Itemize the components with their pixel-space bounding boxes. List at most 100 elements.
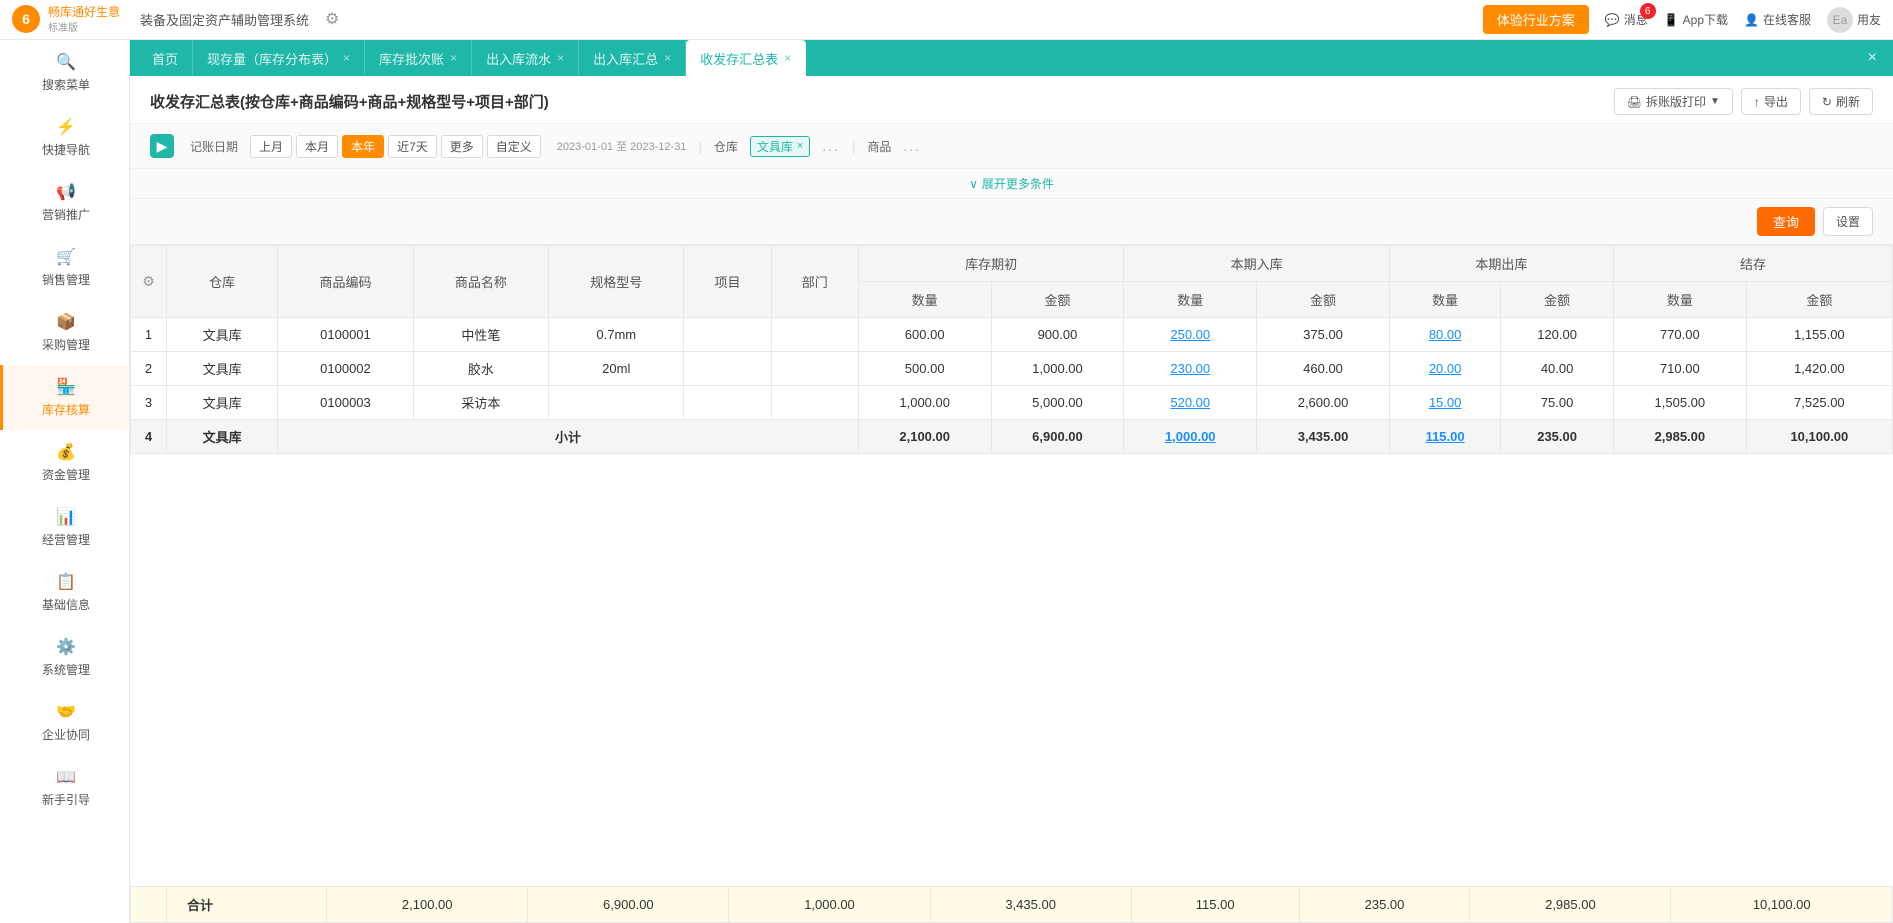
refresh-button[interactable]: ↻ 刷新 xyxy=(1809,88,1873,115)
close-all-tabs[interactable]: × xyxy=(1860,49,1885,67)
inventory-icon: 🏪 xyxy=(56,377,76,397)
sidebar-item-inventory[interactable]: 🏪 库存核算 xyxy=(0,365,129,430)
col-settings-header[interactable]: ⚙ xyxy=(131,246,167,318)
date-btn-prev-month[interactable]: 上月 xyxy=(250,135,292,158)
tab-recv-send[interactable]: 收发存汇总表 × xyxy=(686,40,806,76)
sidebar-item-search[interactable]: 🔍 搜索菜单 xyxy=(0,40,129,105)
warehouse-tag-close[interactable]: × xyxy=(797,140,803,152)
sidebar-item-operation[interactable]: 📊 经营管理 xyxy=(0,495,129,560)
app-download-button[interactable]: 📱 App下载 xyxy=(1664,11,1728,28)
row1-out-amt: 120.00 xyxy=(1501,318,1614,352)
logo-icon: 6 xyxy=(12,5,40,33)
subtotal-out-qty[interactable]: 115.00 xyxy=(1389,420,1500,454)
sidebar-item-marketing[interactable]: 📢 营销推广 xyxy=(0,170,129,235)
tab-close-summary[interactable]: × xyxy=(664,51,671,65)
sidebar-item-system[interactable]: ⚙️ 系统管理 xyxy=(0,625,129,690)
total-row: 合计 2,100.00 6,900.00 1,000.00 3,435.00 1… xyxy=(131,887,1893,923)
row3-out-qty[interactable]: 15.00 xyxy=(1389,386,1500,420)
date-btn-this-year[interactable]: 本年 xyxy=(342,135,384,158)
sidebar-label-finance: 资金管理 xyxy=(42,466,90,483)
row1-in-qty[interactable]: 250.00 xyxy=(1124,318,1257,352)
date-btn-more[interactable]: 更多 xyxy=(441,135,483,158)
col-bal-amt: 金额 xyxy=(1746,282,1892,318)
subtotal-no: 4 xyxy=(131,420,167,454)
trial-button[interactable]: 体验行业方案 xyxy=(1483,5,1589,34)
print-button[interactable]: 🖨 拆账版打印 ▼ xyxy=(1614,88,1733,115)
total-label: 合计 xyxy=(167,887,327,923)
sidebar-item-corp[interactable]: 🤝 企业协同 xyxy=(0,690,129,755)
date-btn-custom[interactable]: 自定义 xyxy=(487,135,541,158)
expand-conditions-button[interactable]: ∨ 展开更多条件 xyxy=(969,175,1054,192)
page-content: 收发存汇总表(按仓库+商品编码+商品+规格型号+项目+部门) 🖨 拆账版打印 ▼… xyxy=(130,76,1893,923)
tabs-bar: 首页 现存量（库存分布表） × 库存批次账 × 出入库流水 × 出入库汇总 × … xyxy=(130,40,1893,76)
sidebar-label-marketing: 营销推广 xyxy=(42,206,90,223)
message-icon: 💬 xyxy=(1605,13,1620,27)
system-title: 装备及固定资产辅助管理系统 xyxy=(140,10,309,29)
row2-in-qty[interactable]: 230.00 xyxy=(1124,352,1257,386)
settings-icon[interactable]: ⚙ xyxy=(325,9,339,29)
marketing-icon: 📢 xyxy=(56,182,76,202)
sidebar-label-search: 搜索菜单 xyxy=(42,76,90,93)
table-container: ⚙ 仓库 商品编码 商品名称 规格型号 项目 部门 库存期初 本期入库 本期出库… xyxy=(130,245,1893,886)
sidebar-item-sales[interactable]: 🛒 销售管理 xyxy=(0,235,129,300)
content-area: 首页 现存量（库存分布表） × 库存批次账 × 出入库流水 × 出入库汇总 × … xyxy=(130,40,1893,923)
col-in-amt: 金额 xyxy=(1257,282,1390,318)
col-project-header: 项目 xyxy=(684,246,771,318)
purchase-icon: 📦 xyxy=(56,312,76,332)
total-open-qty: 2,100.00 xyxy=(327,887,528,923)
row2-spec: 20ml xyxy=(549,352,684,386)
logo-title: 畅库通好生意 xyxy=(48,5,120,19)
page-title: 收发存汇总表(按仓库+商品编码+商品+规格型号+项目+部门) xyxy=(150,91,549,112)
date-options: 上月 本月 本年 近7天 更多 自定义 xyxy=(250,135,541,158)
sidebar-label-inventory: 库存核算 xyxy=(42,401,90,418)
row2-open-qty: 500.00 xyxy=(858,352,991,386)
tab-stock-dist[interactable]: 现存量（库存分布表） × xyxy=(193,40,365,76)
row1-out-qty[interactable]: 80.00 xyxy=(1389,318,1500,352)
export-button[interactable]: ↑ 导出 xyxy=(1741,88,1801,115)
top-header: 6 畅库通好生意 标准版 装备及固定资产辅助管理系统 ⚙ 体验行业方案 💬 消息… xyxy=(0,0,1893,40)
row3-spec xyxy=(549,386,684,420)
phone-icon: 📱 xyxy=(1664,13,1679,27)
table-settings-icon[interactable]: ⚙ xyxy=(142,273,155,289)
subtotal-warehouse: 文具库 xyxy=(167,420,278,454)
tab-close-flow[interactable]: × xyxy=(557,51,564,65)
table-row: 2 文具库 0100002 胶水 20ml 500.00 1,000.00 23… xyxy=(131,352,1893,386)
tab-summary[interactable]: 出入库汇总 × xyxy=(579,40,686,76)
sidebar-item-basic[interactable]: 📋 基础信息 xyxy=(0,560,129,625)
col-dept-header: 部门 xyxy=(771,246,858,318)
col-out-amt: 金额 xyxy=(1501,282,1614,318)
filter-toggle-button[interactable]: ▶ xyxy=(150,134,174,158)
sidebar-label-purchase: 采购管理 xyxy=(42,336,90,353)
subtotal-in-amt: 3,435.00 xyxy=(1257,420,1390,454)
tab-home[interactable]: 首页 xyxy=(138,40,193,76)
sidebar-item-purchase[interactable]: 📦 采购管理 xyxy=(0,300,129,365)
row2-warehouse: 文具库 xyxy=(167,352,278,386)
warehouse-more-dots[interactable]: ... xyxy=(822,138,840,154)
tab-batch[interactable]: 库存批次账 × xyxy=(365,40,472,76)
message-badge: 6 xyxy=(1640,3,1656,19)
user-menu[interactable]: Ea 用友 xyxy=(1827,7,1881,33)
sidebar-item-finance[interactable]: 💰 资金管理 xyxy=(0,430,129,495)
table-row: 3 文具库 0100003 采访本 1,000.00 5,000.00 520.… xyxy=(131,386,1893,420)
goods-more-dots[interactable]: ... xyxy=(903,138,921,154)
tab-close-batch[interactable]: × xyxy=(450,51,457,65)
row3-warehouse: 文具库 xyxy=(167,386,278,420)
total-out-amt: 235.00 xyxy=(1299,887,1470,923)
date-btn-this-month[interactable]: 本月 xyxy=(296,135,338,158)
sidebar-item-guide[interactable]: 📖 新手引导 xyxy=(0,755,129,820)
row2-out-qty[interactable]: 20.00 xyxy=(1389,352,1500,386)
message-button[interactable]: 💬 消息 6 xyxy=(1605,11,1648,28)
sidebar-item-quicknav[interactable]: ⚡ 快捷导航 xyxy=(0,105,129,170)
tab-close-stock-dist[interactable]: × xyxy=(343,51,350,65)
subtotal-in-qty[interactable]: 1,000.00 xyxy=(1124,420,1257,454)
query-button[interactable]: 查询 xyxy=(1757,207,1815,236)
tab-close-recv-send[interactable]: × xyxy=(784,51,791,65)
setting-button[interactable]: 设置 xyxy=(1823,207,1873,236)
sidebar: 🔍 搜索菜单 ⚡ 快捷导航 📢 营销推广 🛒 销售管理 📦 采购管理 🏪 库存核… xyxy=(0,40,130,923)
table-row: 1 文具库 0100001 中性笔 0.7mm 600.00 900.00 25… xyxy=(131,318,1893,352)
date-btn-7days[interactable]: 近7天 xyxy=(388,135,437,158)
tab-flow[interactable]: 出入库流水 × xyxy=(472,40,579,76)
col-code-header: 商品编码 xyxy=(278,246,413,318)
row3-in-qty[interactable]: 520.00 xyxy=(1124,386,1257,420)
online-service-button[interactable]: 👤 在线客服 xyxy=(1744,11,1811,28)
